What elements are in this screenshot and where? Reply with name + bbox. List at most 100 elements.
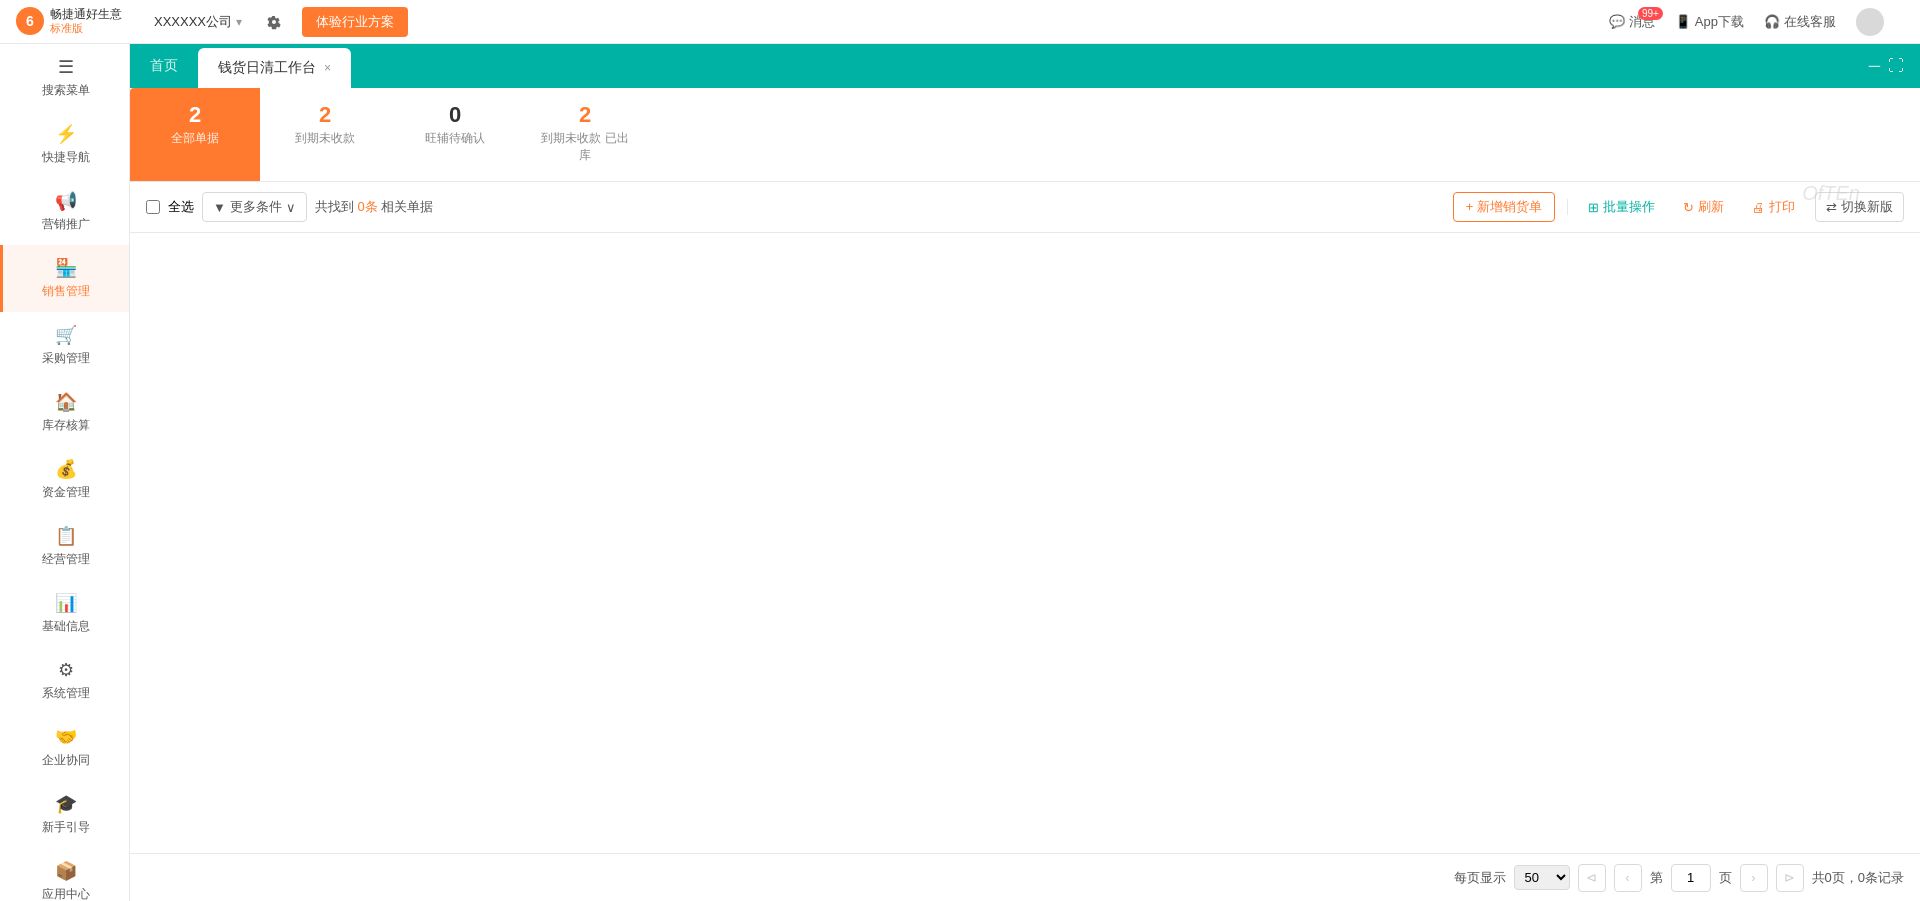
sidebar-item-11[interactable]: 🎓 新手引导 <box>0 781 129 848</box>
sidebar-item-9[interactable]: ⚙ 系统管理 <box>0 647 129 714</box>
sidebar-icon-12: 📦 <box>55 860 77 882</box>
settings-button[interactable] <box>258 6 290 38</box>
sidebar-item-4[interactable]: 🛒 采购管理 <box>0 312 129 379</box>
tab-bar: 首页 钱货日清工作台 × ─ ⛶ <box>130 44 1920 88</box>
sidebar-icon-8: 📊 <box>55 592 77 614</box>
new-sales-btn[interactable]: + 新增销货单 <box>1453 192 1555 222</box>
sidebar-item-6[interactable]: 💰 资金管理 <box>0 446 129 513</box>
sidebar-icon-4: 🛒 <box>55 324 77 346</box>
print-btn[interactable]: 🖨 打印 <box>1744 193 1803 221</box>
app-download-btn[interactable]: 📱 App下载 <box>1675 13 1744 31</box>
sidebar-icon-6: 💰 <box>55 458 77 480</box>
sidebar-label-6: 资金管理 <box>42 484 90 501</box>
stat-card-2[interactable]: 0 旺辅待确认 <box>390 88 520 181</box>
sidebar-label-9: 系统管理 <box>42 685 90 702</box>
sidebar-label-2: 营销推广 <box>42 216 90 233</box>
found-count: 0条 <box>358 199 378 214</box>
last-page-btn[interactable]: ⊳ <box>1776 864 1804 892</box>
message-icon: 💬 <box>1609 14 1625 29</box>
stat-number-3: 2 <box>536 102 634 128</box>
sidebar-item-10[interactable]: 🤝 企业协同 <box>0 714 129 781</box>
toolbar: 全选 ▼ 更多条件 ∨ 共找到 0条 相关单据 + 新增销货单 <box>130 182 1920 233</box>
experience-btn[interactable]: 体验行业方案 <box>302 7 408 37</box>
filter-btn[interactable]: ▼ 更多条件 ∨ <box>202 192 307 222</box>
sidebar-item-8[interactable]: 📊 基础信息 <box>0 580 129 647</box>
sidebar-item-5[interactable]: 🏠 库存核算 <box>0 379 129 446</box>
total-info: 共0页，0条记录 <box>1812 869 1904 887</box>
page-prefix: 第 <box>1650 869 1663 887</box>
maximize-icon[interactable]: ⛶ <box>1888 57 1904 75</box>
sidebar-item-1[interactable]: ⚡ 快捷导航 <box>0 111 129 178</box>
minimize-icon[interactable]: ─ <box>1869 57 1880 75</box>
stat-label-2: 旺辅待确认 <box>406 130 504 147</box>
company-selector[interactable]: XXXXXX公司 ▾ <box>146 9 250 35</box>
print-icon: 🖨 <box>1752 200 1765 215</box>
refresh-label: 刷新 <box>1698 198 1724 216</box>
sidebar-icon-10: 🤝 <box>55 726 77 748</box>
tab-home[interactable]: 首页 <box>130 44 198 88</box>
refresh-btn[interactable]: ↻ 刷新 <box>1675 193 1732 221</box>
headset-icon: 🎧 <box>1764 14 1780 29</box>
sidebar-icon-7: 📋 <box>55 525 77 547</box>
page-input[interactable] <box>1671 864 1711 892</box>
divider <box>1567 199 1568 215</box>
app-download-icon: 📱 <box>1675 14 1691 29</box>
message-btn[interactable]: 💬 消息 99+ <box>1609 13 1655 31</box>
tab-active[interactable]: 钱货日清工作台 × <box>198 48 351 88</box>
batch-btn[interactable]: ⊞ 批量操作 <box>1580 193 1663 221</box>
sidebar-label-1: 快捷导航 <box>42 149 90 166</box>
switch-version-btn[interactable]: ⇄ 切换新版 <box>1815 192 1904 222</box>
select-all-checkbox[interactable] <box>146 200 160 214</box>
next-page-btn[interactable]: › <box>1740 864 1768 892</box>
top-right-area: 💬 消息 99+ 📱 App下载 🎧 在线客服 <box>1609 8 1904 36</box>
tab-close-icon[interactable]: × <box>324 61 331 75</box>
refresh-icon: ↻ <box>1683 200 1694 215</box>
per-page-label: 每页显示 <box>1454 869 1506 887</box>
sidebar-label-10: 企业协同 <box>42 752 90 769</box>
select-all-label: 全选 <box>168 198 194 216</box>
sidebar-label-11: 新手引导 <box>42 819 90 836</box>
sidebar-item-7[interactable]: 📋 经营管理 <box>0 513 129 580</box>
sidebar-item-2[interactable]: 📢 营销推广 <box>0 178 129 245</box>
sidebar-item-12[interactable]: 📦 应用中心 <box>0 848 129 901</box>
logo-area: 6 畅捷通好生意 标准版 <box>16 7 146 36</box>
logo-text-area: 畅捷通好生意 标准版 <box>50 7 122 36</box>
tab-home-label: 首页 <box>150 57 178 75</box>
filter-icon: ▼ <box>213 200 226 215</box>
filter-label: 更多条件 <box>230 198 282 216</box>
sidebar-label-4: 采购管理 <box>42 350 90 367</box>
stat-number-2: 0 <box>406 102 504 128</box>
sidebar-icon-11: 🎓 <box>55 793 77 815</box>
page-size-select[interactable]: 50 100 200 <box>1514 865 1570 890</box>
sidebar-label-0: 搜索菜单 <box>42 82 90 99</box>
message-badge: 99+ <box>1638 7 1663 20</box>
company-name: XXXXXX公司 <box>154 13 232 31</box>
stat-card-1[interactable]: 2 到期未收款 <box>260 88 390 181</box>
content-area: 2 全部单据 2 到期未收款 0 旺辅待确认 2 到期未收款 已出库 全选 ▼ … <box>130 88 1920 901</box>
sidebar-item-0[interactable]: ☰ 搜索菜单 <box>0 44 129 111</box>
sidebar-label-3: 销售管理 <box>42 283 90 300</box>
sidebar-icon-3: 🏪 <box>55 257 77 279</box>
app-download-label: App下载 <box>1695 13 1744 31</box>
print-label: 打印 <box>1769 198 1795 216</box>
sidebar-item-3[interactable]: 🏪 销售管理 <box>0 245 129 312</box>
toolbar-right: + 新增销货单 ⊞ 批量操作 ↻ 刷新 🖨 打印 ⇄ <box>1453 192 1904 222</box>
stat-card-3[interactable]: 2 到期未收款 已出库 <box>520 88 650 181</box>
online-service-btn[interactable]: 🎧 在线客服 <box>1764 13 1836 31</box>
sidebar-icon-1: ⚡ <box>55 123 77 145</box>
main-layout: ☰ 搜索菜单 ⚡ 快捷导航 📢 营销推广 🏪 销售管理 🛒 采购管理 🏠 库存核… <box>0 44 1920 901</box>
right-panel: 首页 钱货日清工作台 × ─ ⛶ 2 全部单据 2 到期未收款 0 <box>130 44 1920 901</box>
stats-row: 2 全部单据 2 到期未收款 0 旺辅待确认 2 到期未收款 已出库 <box>130 88 1920 182</box>
stat-label-1: 到期未收款 <box>276 130 374 147</box>
avatar[interactable] <box>1856 8 1884 36</box>
prev-page-btn[interactable]: ‹ <box>1614 864 1642 892</box>
first-page-btn[interactable]: ⊲ <box>1578 864 1606 892</box>
chevron-icon: ∨ <box>286 200 296 215</box>
stat-label-0: 全部单据 <box>146 130 244 147</box>
gear-icon <box>266 14 282 30</box>
stat-card-0[interactable]: 2 全部单据 <box>130 88 260 181</box>
batch-label: 批量操作 <box>1603 198 1655 216</box>
logo-icon: 6 <box>16 7 44 35</box>
switch-label: 切换新版 <box>1841 198 1893 216</box>
online-service-label: 在线客服 <box>1784 13 1836 31</box>
